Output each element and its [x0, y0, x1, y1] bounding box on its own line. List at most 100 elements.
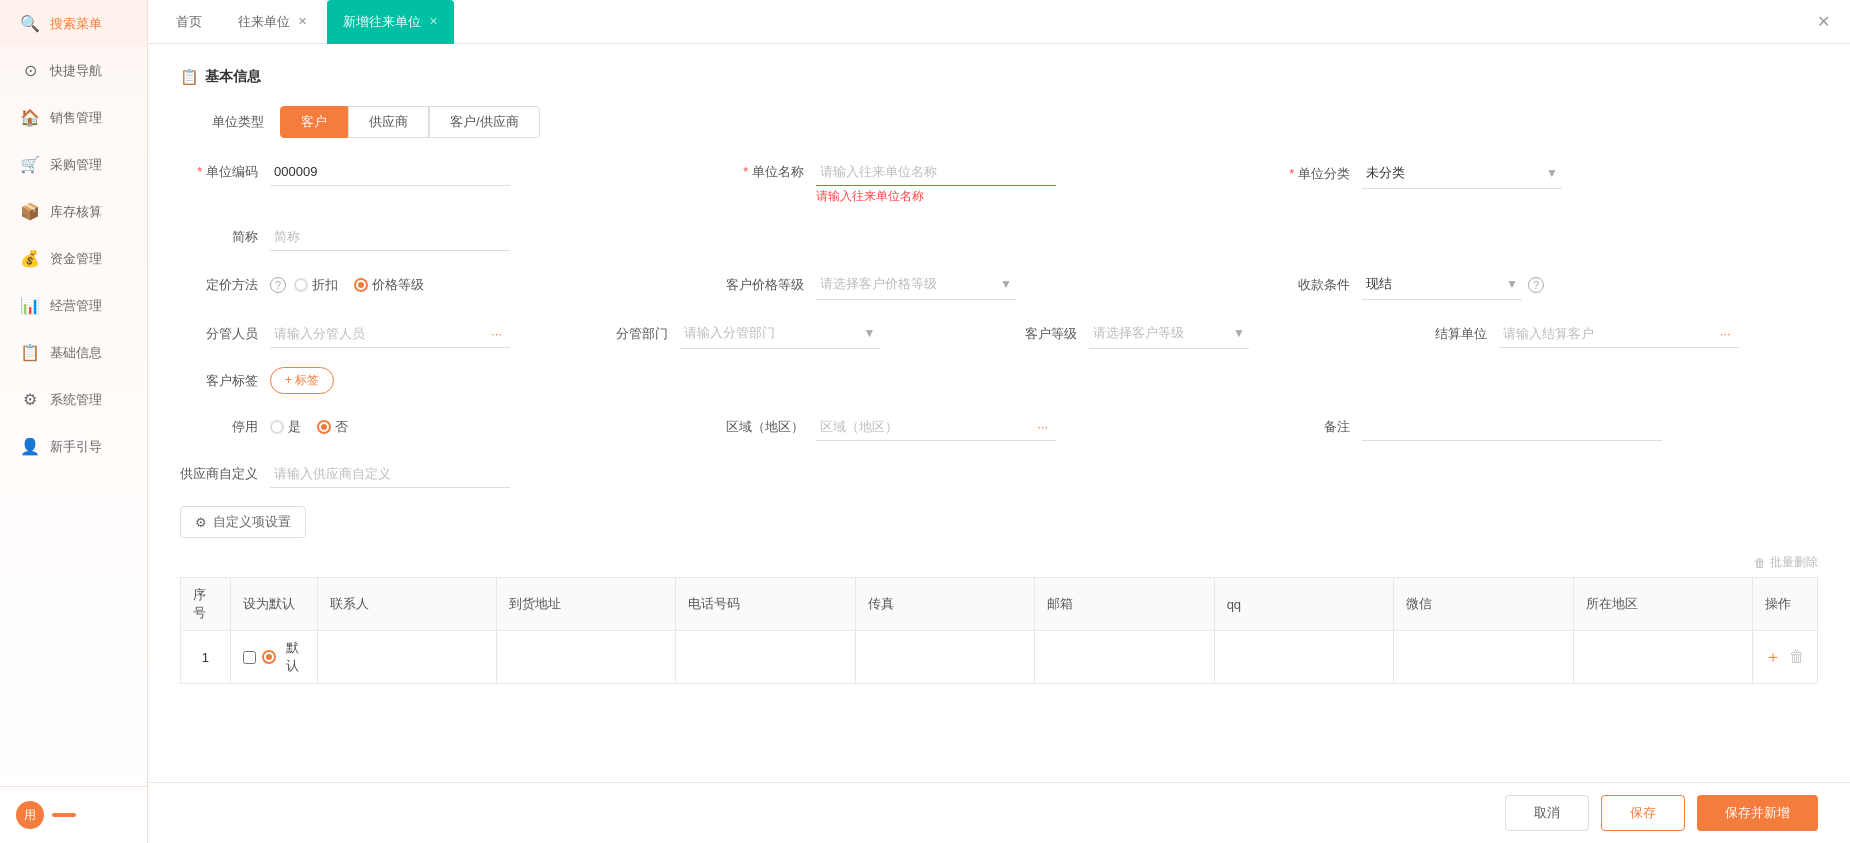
- unit-type-both[interactable]: 客户/供应商: [429, 106, 540, 138]
- sidebar-item-operations[interactable]: 📊 经营管理: [0, 282, 147, 329]
- tab-partners[interactable]: 往来单位 ✕: [222, 0, 323, 44]
- tab-new-partner-close[interactable]: ✕: [429, 15, 438, 28]
- region-dots[interactable]: ···: [1033, 419, 1052, 434]
- tab-new-partner[interactable]: 新增往来单位 ✕: [327, 0, 454, 44]
- unit-category-select[interactable]: 未分类 ▼: [1362, 158, 1562, 189]
- sidebar-item-label: 销售管理: [50, 109, 102, 127]
- pricing-price-level-radio[interactable]: [354, 278, 368, 292]
- unit-type-supplier[interactable]: 供应商: [348, 106, 429, 138]
- row-address: [497, 631, 676, 684]
- unit-type-customer[interactable]: 客户: [280, 106, 348, 138]
- sidebar-item-finance[interactable]: 💰 资金管理: [0, 235, 147, 282]
- disabled-yes[interactable]: 是: [270, 418, 301, 436]
- pricing-discount[interactable]: 折扣: [294, 276, 338, 294]
- batch-delete-label[interactable]: 批量删除: [1770, 554, 1818, 571]
- sidebar: 🔍 搜索菜单 ⊙ 快捷导航 🏠 销售管理 🛒 采购管理 📦 库存核算 💰 资金管…: [0, 0, 148, 843]
- wechat-input[interactable]: [1406, 650, 1560, 665]
- row-default-radio[interactable]: [262, 650, 276, 664]
- disabled-no[interactable]: 否: [317, 418, 348, 436]
- sidebar-item-purchase[interactable]: 🛒 采购管理: [0, 141, 147, 188]
- row-add-button[interactable]: ＋: [1765, 647, 1781, 668]
- sidebar-item-quicknav[interactable]: ⊙ 快捷导航: [0, 47, 147, 94]
- col-qq: qq: [1214, 578, 1394, 631]
- col-email: 邮箱: [1035, 578, 1214, 631]
- section-title-icon: 📋: [180, 68, 199, 86]
- close-all-tabs[interactable]: ✕: [1809, 8, 1838, 35]
- unit-code-input[interactable]: [270, 158, 510, 186]
- field-supplier-custom: 供应商自定义: [180, 460, 1818, 488]
- inventory-icon: 📦: [20, 202, 40, 221]
- disabled-no-radio[interactable]: [317, 420, 331, 434]
- fax-input[interactable]: [868, 650, 1022, 665]
- save-new-button[interactable]: 保存并新增: [1697, 795, 1818, 831]
- field-settlement-unit: 结算单位 ···: [1409, 320, 1819, 348]
- supervisor-dots[interactable]: ···: [487, 326, 506, 341]
- sidebar-item-label: 新手引导: [50, 438, 102, 456]
- row-seq: 1: [181, 631, 231, 684]
- tab-home[interactable]: 首页: [160, 0, 218, 44]
- add-tag-button[interactable]: + 标签: [270, 367, 334, 394]
- tab-new-partner-label: 新增往来单位: [343, 13, 421, 31]
- disabled-label: 停用: [180, 418, 270, 436]
- sidebar-item-inventory[interactable]: 📦 库存核算: [0, 188, 147, 235]
- main-area: 首页 往来单位 ✕ 新增往来单位 ✕ ✕ 📋 基本信息 单位类型 客户 供应商 …: [148, 0, 1850, 843]
- form-area: 📋 基本信息 单位类型 客户 供应商 客户/供应商 单位编码 单位名称 请输入往…: [148, 44, 1850, 782]
- row-region-input[interactable]: [1586, 650, 1740, 665]
- operations-icon: 📊: [20, 296, 40, 315]
- tab-partners-close[interactable]: ✕: [298, 15, 307, 28]
- unit-category-value: 未分类: [1366, 164, 1405, 182]
- unit-name-error: 请输入往来单位名称: [816, 188, 924, 205]
- email-input[interactable]: [1047, 650, 1201, 665]
- row-delete-button[interactable]: 🗑: [1789, 648, 1805, 666]
- supplier-custom-input[interactable]: [270, 460, 510, 488]
- row-checkbox[interactable]: [243, 651, 256, 664]
- sidebar-item-guide[interactable]: 👤 新手引导: [0, 423, 147, 470]
- row-fax: [855, 631, 1034, 684]
- address-input[interactable]: [509, 650, 663, 665]
- field-payment-terms: 收款条件 现结 ▼ ?: [1272, 269, 1818, 300]
- row-default-radio-label[interactable]: 默认: [262, 639, 305, 675]
- row-region: [1573, 631, 1752, 684]
- department-select[interactable]: 请输入分管部门 ▼: [680, 318, 880, 349]
- sidebar-item-basics[interactable]: 📋 基础信息: [0, 329, 147, 376]
- contact-input[interactable]: [330, 650, 484, 665]
- sidebar-item-sales[interactable]: 🏠 销售管理: [0, 94, 147, 141]
- field-unit-name: 单位名称 请输入往来单位名称: [726, 158, 1272, 205]
- custom-settings-button[interactable]: ⚙ 自定义项设置: [180, 506, 306, 538]
- col-actions: 操作: [1752, 578, 1817, 631]
- payment-terms-select[interactable]: 现结 ▼: [1362, 269, 1522, 300]
- qq-input[interactable]: [1227, 650, 1382, 665]
- unit-category-label: 单位分类: [1272, 165, 1362, 183]
- phone-input[interactable]: [688, 650, 842, 665]
- unit-name-input[interactable]: [816, 158, 1056, 186]
- pricing-method-help[interactable]: ?: [270, 277, 286, 293]
- customer-level-select[interactable]: 请选择客户等级 ▼: [1089, 318, 1249, 349]
- customer-level-chevron: ▼: [1225, 326, 1245, 340]
- disabled-no-label: 否: [335, 418, 348, 436]
- unit-type-label: 单位类型: [180, 113, 280, 131]
- supplier-custom-label: 供应商自定义: [180, 465, 270, 483]
- guide-icon: 👤: [20, 437, 40, 456]
- department-placeholder: 请输入分管部门: [684, 324, 775, 342]
- settlement-unit-input[interactable]: [1503, 326, 1716, 341]
- region-label: 区域（地区）: [726, 418, 816, 436]
- settlement-unit-dots[interactable]: ···: [1716, 326, 1735, 341]
- sidebar-item-search[interactable]: 🔍 搜索菜单: [0, 0, 147, 47]
- sidebar-item-system[interactable]: ⚙ 系统管理: [0, 376, 147, 423]
- save-button[interactable]: 保存: [1601, 795, 1685, 831]
- supervisor-input[interactable]: [274, 326, 487, 341]
- row-default-cell: 默认: [230, 631, 317, 684]
- remark-input[interactable]: [1362, 413, 1662, 441]
- system-icon: ⚙: [20, 390, 40, 409]
- payment-terms-help[interactable]: ?: [1528, 277, 1544, 293]
- col-contact: 联系人: [317, 578, 496, 631]
- tab-bar: 首页 往来单位 ✕ 新增往来单位 ✕ ✕: [148, 0, 1850, 44]
- disabled-yes-radio[interactable]: [270, 420, 284, 434]
- region-input[interactable]: [820, 419, 1033, 434]
- sidebar-item-label: 经营管理: [50, 297, 102, 315]
- cancel-button[interactable]: 取消: [1505, 795, 1589, 831]
- customer-price-level-select[interactable]: 请选择客户价格等级 ▼: [816, 269, 1016, 300]
- short-name-input[interactable]: [270, 223, 510, 251]
- pricing-price-level[interactable]: 价格等级: [354, 276, 424, 294]
- pricing-discount-radio[interactable]: [294, 278, 308, 292]
